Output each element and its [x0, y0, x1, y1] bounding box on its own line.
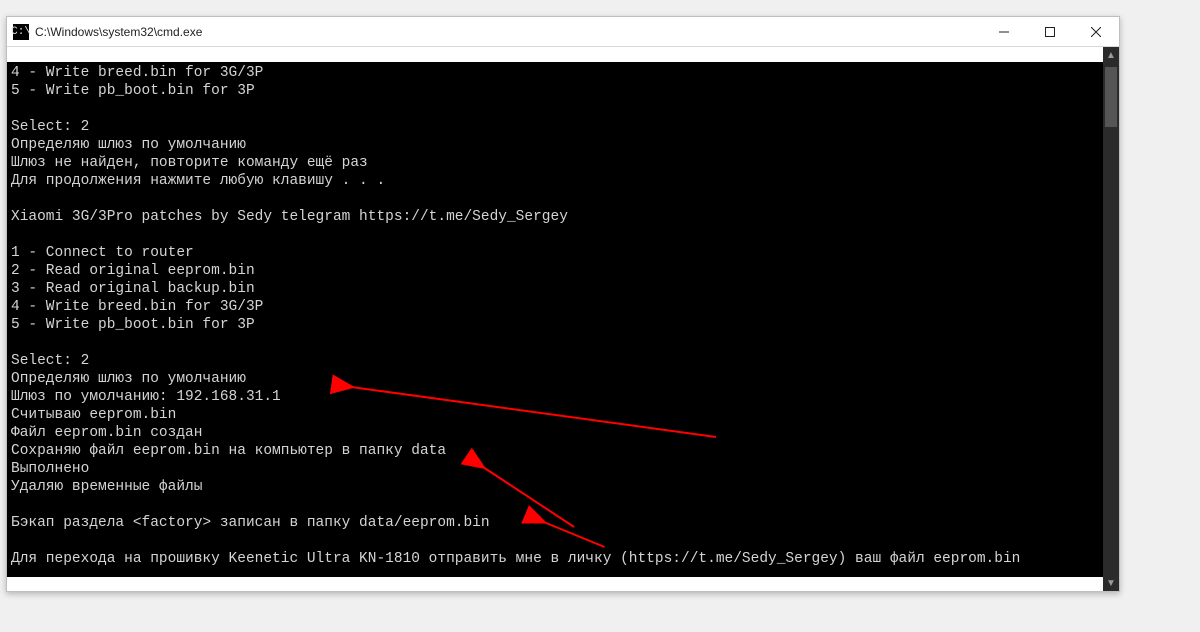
file-size: 2 КБ [643, 617, 723, 631]
scrollbar[interactable]: ▲ ▼ [1103, 47, 1119, 591]
titlebar[interactable]: C:\ C:\Windows\system32\cmd.exe [7, 17, 1119, 47]
scroll-down-button[interactable]: ▼ [1103, 575, 1119, 591]
file-name: createbackup_eeprom.py [33, 617, 303, 631]
file-type: Файл "PY" [483, 597, 643, 611]
file-date: 24.05.2020 14:32 [303, 597, 483, 611]
file-row[interactable]: createbackup.py 24.05.2020 14:32 Файл "P… [11, 594, 1189, 614]
scroll-up-button[interactable]: ▲ [1103, 47, 1119, 63]
file-type: Файл "PY" [483, 617, 643, 631]
file-icon [11, 616, 27, 632]
window-title: C:\Windows\system32\cmd.exe [35, 25, 202, 39]
file-size: 2 КБ [643, 597, 723, 611]
scroll-thumb[interactable] [1105, 67, 1117, 127]
terminal-output[interactable]: 4 - Write breed.bin for 3G/3P 5 - Write … [7, 62, 1103, 577]
close-button[interactable] [1073, 17, 1119, 47]
file-icon [11, 596, 27, 612]
minimize-button[interactable] [981, 17, 1027, 47]
cmd-window: C:\ C:\Windows\system32\cmd.exe 4 - Writ… [6, 16, 1120, 592]
file-row[interactable]: createbackup_eeprom.py 24.05.2020 16:48 … [11, 614, 1189, 632]
cmd-icon: C:\ [13, 24, 29, 40]
maximize-button[interactable] [1027, 17, 1073, 47]
file-name: createbackup.py [33, 597, 303, 611]
file-date: 24.05.2020 16:48 [303, 617, 483, 631]
